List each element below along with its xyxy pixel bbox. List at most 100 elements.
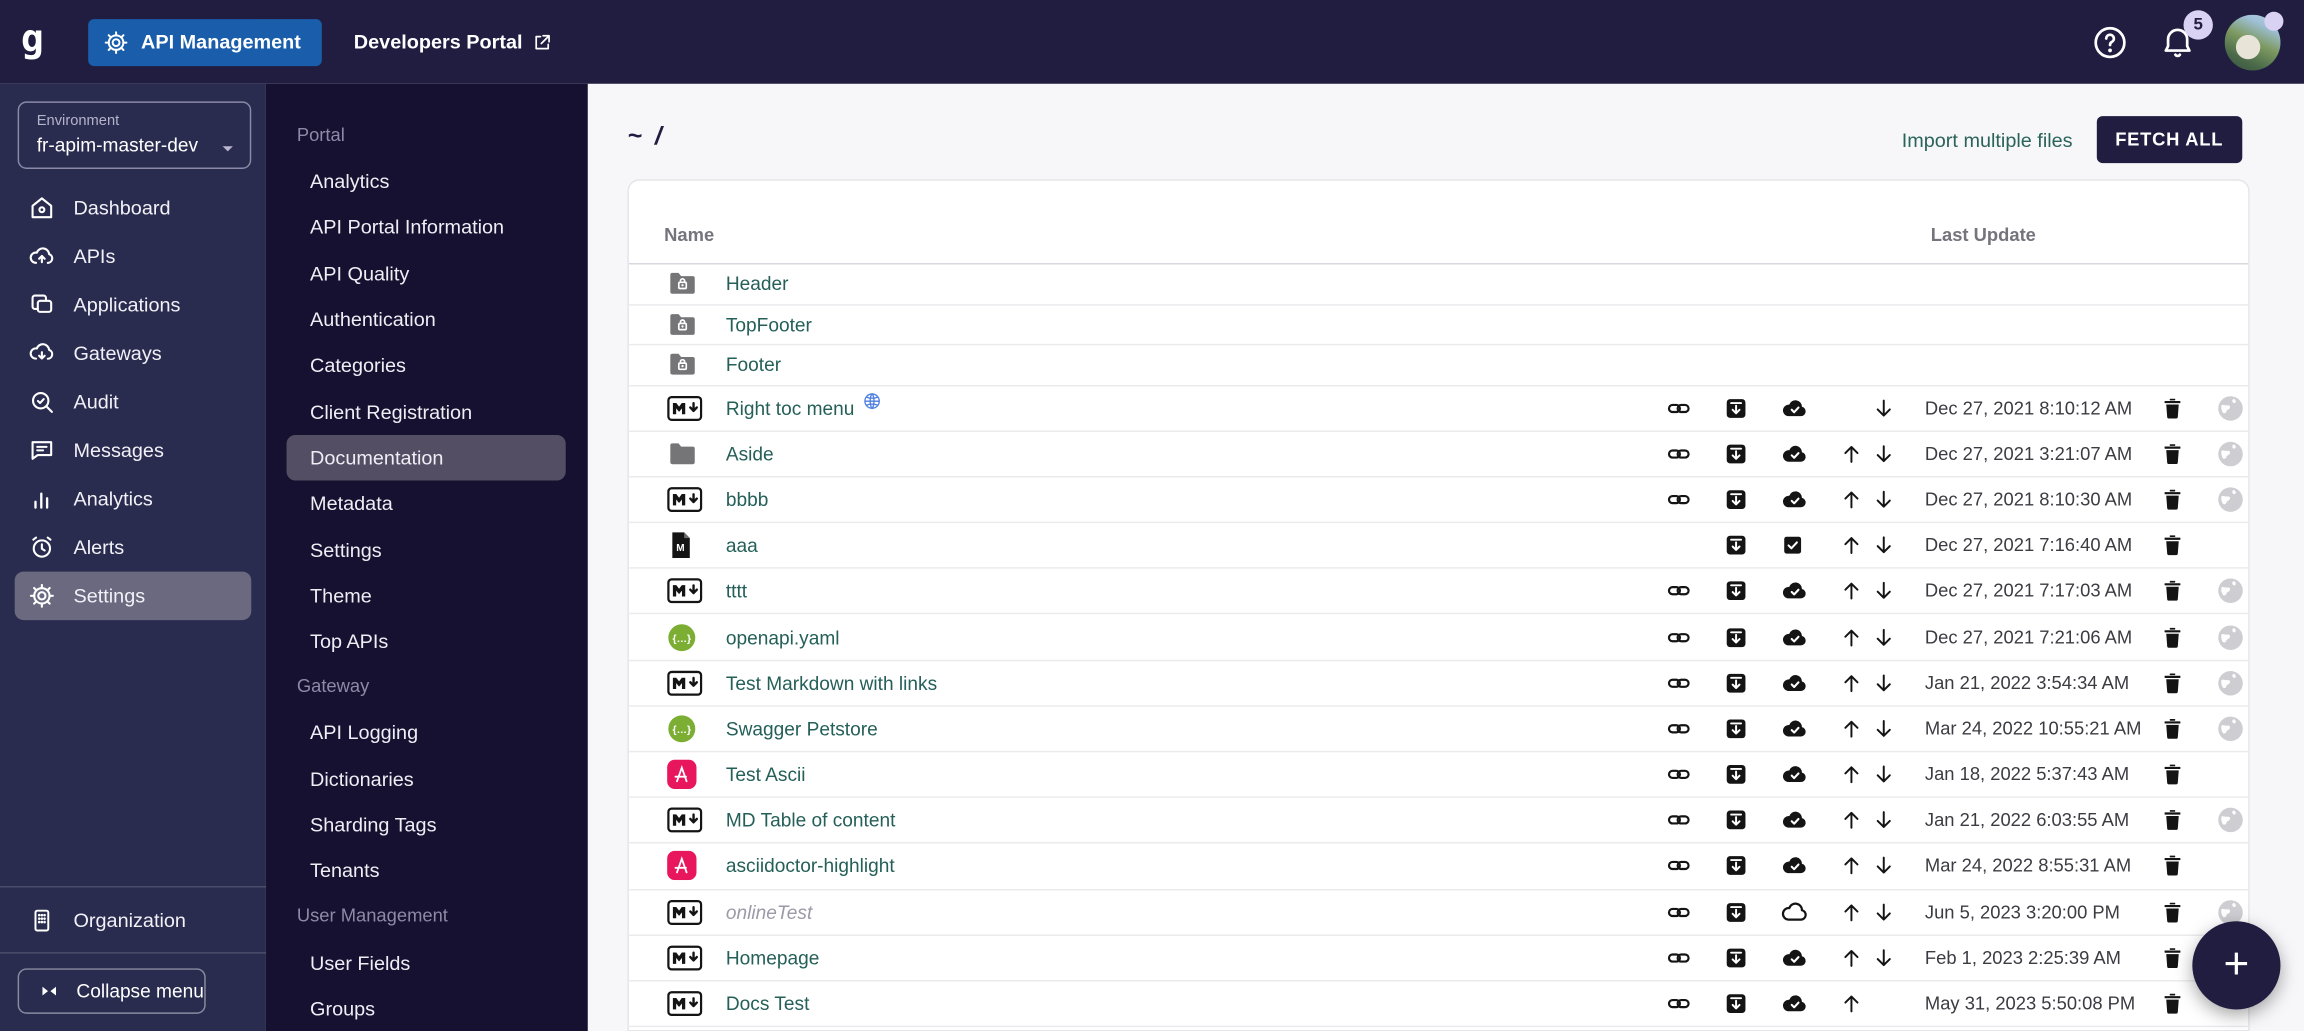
sidebar-item-dashboard[interactable]: Dashboard (15, 184, 252, 232)
submenu-item-groups[interactable]: Groups (266, 986, 573, 1031)
publish-cloud-icon[interactable] (1781, 623, 1809, 651)
page-name-link[interactable]: Header (726, 273, 789, 295)
link-icon[interactable] (1666, 716, 1691, 741)
delete-icon[interactable] (2160, 533, 2185, 558)
move-up-icon[interactable] (1840, 946, 1864, 970)
move-down-icon[interactable] (1872, 809, 1896, 833)
delete-icon[interactable] (2160, 945, 2185, 970)
move-down-icon[interactable] (1872, 625, 1896, 649)
save-icon[interactable] (1724, 487, 1749, 512)
delete-icon[interactable] (2160, 854, 2185, 879)
submenu-item-authentication[interactable]: Authentication (266, 297, 573, 343)
collapse-menu-button[interactable]: Collapse menu (17, 968, 206, 1014)
page-name-link[interactable]: asciidoctor-highlight (726, 855, 895, 877)
import-multiple-files-link[interactable]: Import multiple files (1902, 129, 2073, 151)
delete-icon[interactable] (2160, 487, 2185, 512)
environment-select[interactable]: Environment fr-apim-master-dev (17, 101, 252, 169)
page-name-link[interactable]: Aside (726, 443, 774, 465)
add-page-fab[interactable]: + (2192, 921, 2281, 1010)
page-name-link[interactable]: MD Table of content (726, 809, 896, 831)
publish-cloud-icon[interactable] (1781, 577, 1809, 605)
delete-icon[interactable] (2160, 670, 2185, 695)
submenu-item-api-logging[interactable]: API Logging (266, 710, 573, 756)
link-icon[interactable] (1666, 579, 1691, 604)
link-icon[interactable] (1666, 945, 1691, 970)
gravitee-logo-icon[interactable]: g (0, 20, 65, 64)
move-up-icon[interactable] (1840, 442, 1864, 466)
link-icon[interactable] (1666, 670, 1691, 695)
page-name-link[interactable]: Footer (726, 354, 781, 376)
page-name-link[interactable]: TopFooter (726, 313, 812, 335)
publish-cloud-icon[interactable] (1781, 990, 1809, 1018)
move-down-icon[interactable] (1872, 534, 1896, 558)
page-name-link[interactable]: Test Ascii (726, 763, 806, 785)
sidebar-item-analytics[interactable]: Analytics (15, 475, 252, 523)
move-down-icon[interactable] (1872, 946, 1896, 970)
submenu-item-settings[interactable]: Settings (266, 527, 573, 573)
move-down-icon[interactable] (1872, 488, 1896, 512)
publish-cloud-icon[interactable] (1781, 806, 1809, 834)
submenu-item-api-quality[interactable]: API Quality (266, 251, 573, 297)
save-icon[interactable] (1724, 991, 1749, 1016)
save-icon[interactable] (1724, 670, 1749, 695)
link-icon[interactable] (1666, 854, 1691, 879)
move-down-icon[interactable] (1872, 442, 1896, 466)
sidebar-item-gateways[interactable]: Gateways (15, 329, 252, 377)
save-icon[interactable] (1724, 716, 1749, 741)
sidebar-item-applications[interactable]: Applications (15, 281, 252, 329)
help-button[interactable] (2089, 21, 2130, 62)
submenu-item-tenants[interactable]: Tenants (266, 848, 573, 894)
save-icon[interactable] (1724, 899, 1749, 924)
move-down-icon[interactable] (1872, 396, 1896, 420)
move-up-icon[interactable] (1840, 900, 1864, 924)
link-icon[interactable] (1666, 441, 1691, 466)
move-up-icon[interactable] (1840, 763, 1864, 787)
sidebar-item-messages[interactable]: Messages (15, 426, 252, 474)
save-icon[interactable] (1724, 441, 1749, 466)
delete-icon[interactable] (2160, 716, 2185, 741)
publish-cloud-icon[interactable] (1781, 852, 1809, 880)
submenu-item-client-registration[interactable]: Client Registration (266, 389, 573, 435)
publish-cloud-icon[interactable] (1781, 761, 1809, 789)
page-name-link[interactable]: Swagger Petstore (726, 718, 878, 740)
move-up-icon[interactable] (1840, 992, 1864, 1016)
save-icon[interactable] (1724, 808, 1749, 833)
submenu-item-analytics[interactable]: Analytics (266, 159, 573, 205)
page-name-link[interactable]: bbbb (726, 489, 768, 511)
publish-cloud-icon[interactable] (1781, 944, 1809, 972)
submenu-item-metadata[interactable]: Metadata (266, 481, 573, 527)
move-up-icon[interactable] (1840, 534, 1864, 558)
submenu-item-sharding-tags[interactable]: Sharding Tags (266, 802, 573, 848)
publish-cloud-icon[interactable] (1781, 394, 1809, 422)
publish-cloud-icon[interactable] (1781, 715, 1809, 743)
page-name-link[interactable]: openapi.yaml (726, 626, 840, 648)
delete-icon[interactable] (2160, 808, 2185, 833)
checkbox-checked-icon[interactable] (1781, 534, 1805, 558)
submenu-item-dictionaries[interactable]: Dictionaries (266, 756, 573, 802)
link-icon[interactable] (1666, 395, 1691, 420)
move-down-icon[interactable] (1872, 900, 1896, 924)
page-name-link[interactable]: Homepage (726, 947, 819, 969)
link-icon[interactable] (1666, 991, 1691, 1016)
move-up-icon[interactable] (1840, 488, 1864, 512)
delete-icon[interactable] (2160, 441, 2185, 466)
page-name-link[interactable]: Right toc menu (726, 392, 882, 419)
submenu-item-categories[interactable]: Categories (266, 343, 573, 389)
publish-cloud-icon[interactable] (1781, 486, 1809, 514)
link-icon[interactable] (1666, 762, 1691, 787)
developers-portal-link[interactable]: Developers Portal (354, 31, 552, 53)
delete-icon[interactable] (2160, 579, 2185, 604)
link-icon[interactable] (1666, 487, 1691, 512)
sidebar-item-alerts[interactable]: Alerts (15, 523, 252, 571)
move-up-icon[interactable] (1840, 854, 1864, 878)
submenu-item-api-portal-information[interactable]: API Portal Information (266, 205, 573, 251)
submenu-item-user-fields[interactable]: User Fields (266, 940, 573, 986)
save-icon[interactable] (1724, 395, 1749, 420)
save-icon[interactable] (1724, 579, 1749, 604)
move-down-icon[interactable] (1872, 671, 1896, 695)
page-name-link[interactable]: Docs Test (726, 993, 810, 1015)
save-icon[interactable] (1724, 854, 1749, 879)
save-icon[interactable] (1724, 533, 1749, 558)
submenu-item-theme[interactable]: Theme (266, 573, 573, 619)
sidebar-item-organization[interactable]: Organization (15, 888, 252, 953)
